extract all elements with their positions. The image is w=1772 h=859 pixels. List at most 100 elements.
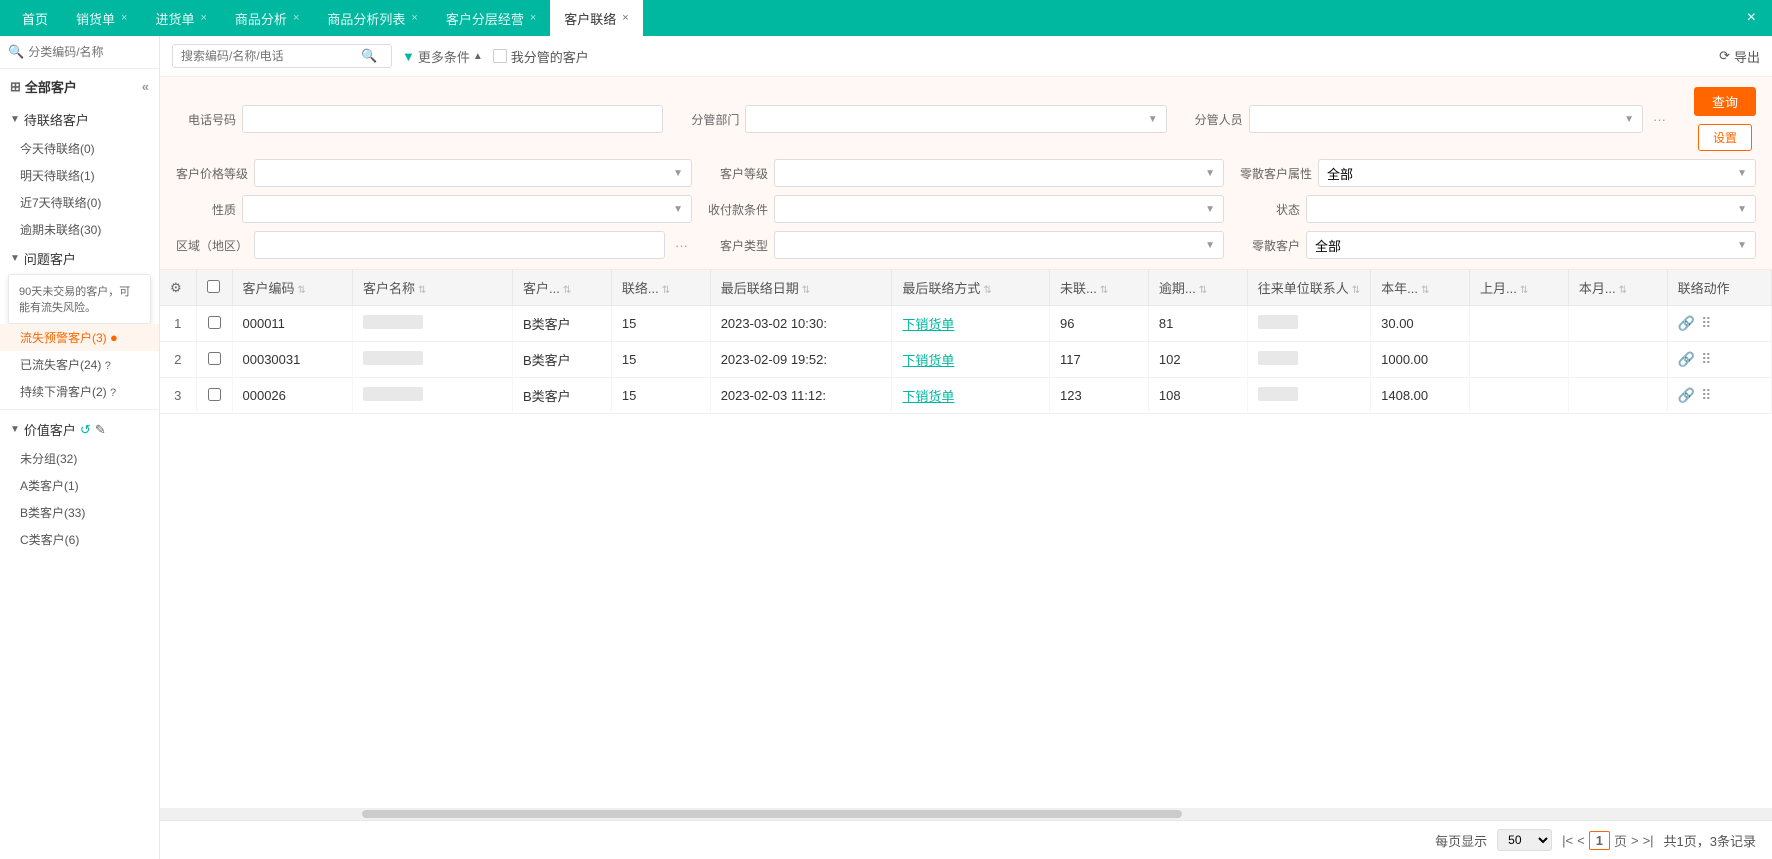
query-button[interactable]: 查询 [1694,87,1756,116]
menu-icon[interactable]: ⠿ [1701,351,1711,368]
more-options-icon[interactable]: ··· [1649,112,1670,127]
global-close-button[interactable]: × [1739,9,1764,27]
th-settings[interactable]: ⚙ [160,270,196,306]
filter-select-dept[interactable]: ▼ [745,105,1166,133]
filter-field-customer-level: 客户等级 ▼ [708,159,1224,187]
horizontal-scrollbar[interactable] [160,808,1772,820]
filter-input-phone[interactable] [242,105,663,133]
chevron-down-icon: ▼ [1737,240,1747,251]
filter-field-region: 区域（地区） ··· [176,231,692,259]
next-page-button[interactable]: > [1631,833,1639,848]
last-contact-method: 下销货单 [892,342,1050,378]
per-page-label: 每页显示 [1435,831,1487,850]
more-options-icon[interactable]: ··· [671,238,692,253]
close-icon[interactable]: × [411,12,417,24]
sidebar-item-ungrouped[interactable]: 未分组(32) [0,445,159,472]
filter-field-price-level: 客户价格等级 ▼ [176,159,692,187]
nav-tab-analysis-list[interactable]: 商品分析列表 × [313,0,431,36]
contact-count: 15 [611,342,710,378]
more-conditions-button[interactable]: ▼ 更多条件 ▲ [402,47,483,66]
contact-count: 15 [611,378,710,414]
search-submit-icon[interactable]: 🔍 [361,48,377,64]
filter-field-customer-type: 客户类型 ▼ [708,231,1224,259]
sidebar-group-problem[interactable]: ▼ 问题客户 [0,243,159,274]
close-icon[interactable]: × [200,12,206,24]
nav-tab-customer-tier[interactable]: 客户分层经营 × [432,0,550,36]
sidebar-item-class-b[interactable]: B类客户(33) [0,499,159,526]
sidebar-item-class-a[interactable]: A类客户(1) [0,472,159,499]
filter-select-payment[interactable]: ▼ [774,195,1224,223]
th-type: 客户...⇅ [513,270,612,306]
nav-tab-home[interactable]: 首页 [8,0,62,36]
filter-select-status[interactable]: ▼ [1306,195,1756,223]
nav-tab-purchase[interactable]: 进货单 × [141,0,220,36]
filter-select-manager[interactable]: ▼ [1249,105,1643,133]
sidebar-item-declining[interactable]: 持续下滑客户(2) ? [0,378,159,405]
first-page-button[interactable]: |< [1562,833,1573,848]
row-checkbox[interactable] [208,316,221,329]
filter-select-price-level[interactable]: ▼ [254,159,692,187]
sidebar-item-tomorrow[interactable]: 明天待联络(1) [0,162,159,189]
sidebar-item-overdue-contact[interactable]: 逾期未联络(30) [0,216,159,243]
close-icon[interactable]: × [530,12,536,24]
sidebar-item-7days[interactable]: 近7天待联络(0) [0,189,159,216]
menu-icon[interactable]: ⠿ [1701,387,1711,404]
unit-contact [1247,342,1370,378]
overdue-days: 102 [1148,342,1247,378]
refresh-icon[interactable]: ↺ [80,422,91,438]
select-all-checkbox[interactable] [207,280,220,293]
checkbox-icon [493,49,507,63]
link-icon[interactable]: 🔗 [1678,351,1695,368]
row-checkbox[interactable] [208,388,221,401]
sidebar-item-churned[interactable]: 已流失客户(24) ? [0,351,159,378]
scrollbar-thumb[interactable] [362,810,1182,818]
last-page-button[interactable]: >| [1643,833,1654,848]
filter-row-1: 电话号码 分管部门 ▼ 分管人员 ▼ ··· [176,87,1756,151]
nav-tab-analysis[interactable]: 商品分析 × [221,0,313,36]
row-checkbox[interactable] [208,352,221,365]
current-page[interactable]: 1 [1589,831,1610,850]
sidebar-item-today[interactable]: 今天待联络(0) [0,135,159,162]
row-num: 3 [160,378,196,414]
filter-select-retail[interactable]: 全部 ▼ [1306,231,1756,259]
table-footer: 每页显示 50 20 100 |< < 1 页 > >| 共1页，3条记录 [160,820,1772,859]
sidebar-group-pending[interactable]: ▼ 待联络客户 [0,104,159,135]
search-input[interactable] [181,49,361,63]
nav-tab-customer-contact[interactable]: 客户联络 × [550,0,642,36]
link-icon[interactable]: 🔗 [1678,315,1695,332]
edit-icon[interactable]: ✎ [95,422,106,438]
sidebar-search-input[interactable] [28,45,151,59]
close-icon[interactable]: × [121,12,127,24]
filter-select-region[interactable] [254,231,665,259]
customer-name [353,306,513,342]
unit-contact [1247,306,1370,342]
top-nav: 首页 销货单 × 进货单 × 商品分析 × 商品分析列表 × 客户分层经营 × … [0,0,1772,36]
sidebar-item-churn-warning[interactable]: 流失预警客户(3) ● [0,324,159,351]
overdue-days: 81 [1148,306,1247,342]
this-year-amount: 30.00 [1371,306,1470,342]
settings-button[interactable]: 设置 [1698,124,1752,151]
prev-page-button[interactable]: < [1577,833,1585,848]
my-customers-checkbox[interactable]: 我分管的客户 [493,47,589,66]
menu-icon[interactable]: ⠿ [1701,315,1711,332]
export-button[interactable]: ⟳ 导出 [1719,47,1760,66]
settings-icon[interactable]: ⚙ [170,280,182,295]
sidebar-item-class-c[interactable]: C类客户(6) [0,526,159,553]
close-icon[interactable]: × [622,12,628,24]
collapse-icon[interactable]: « [142,79,149,94]
page-size-select[interactable]: 50 20 100 [1497,829,1552,851]
sidebar-group-value[interactable]: ▼ 价值客户 ↺ ✎ [0,414,159,445]
this-year-amount: 1000.00 [1371,342,1470,378]
th-action: 联络动作 [1667,270,1771,306]
close-icon[interactable]: × [293,12,299,24]
filter-select-nature[interactable]: ▼ [242,195,692,223]
chevron-down-icon: ▼ [1205,240,1215,251]
filter-select-customer-level[interactable]: ▼ [774,159,1224,187]
customer-name [353,378,513,414]
nav-tab-sales[interactable]: 销货单 × [62,0,141,36]
link-icon[interactable]: 🔗 [1678,387,1695,404]
sort-icon: ⇅ [1100,285,1108,296]
filter-select-retail-attr[interactable]: 全部 ▼ [1318,159,1756,187]
filter-select-customer-type[interactable]: ▼ [774,231,1224,259]
filter-field-payment: 收付款条件 ▼ [708,195,1224,223]
